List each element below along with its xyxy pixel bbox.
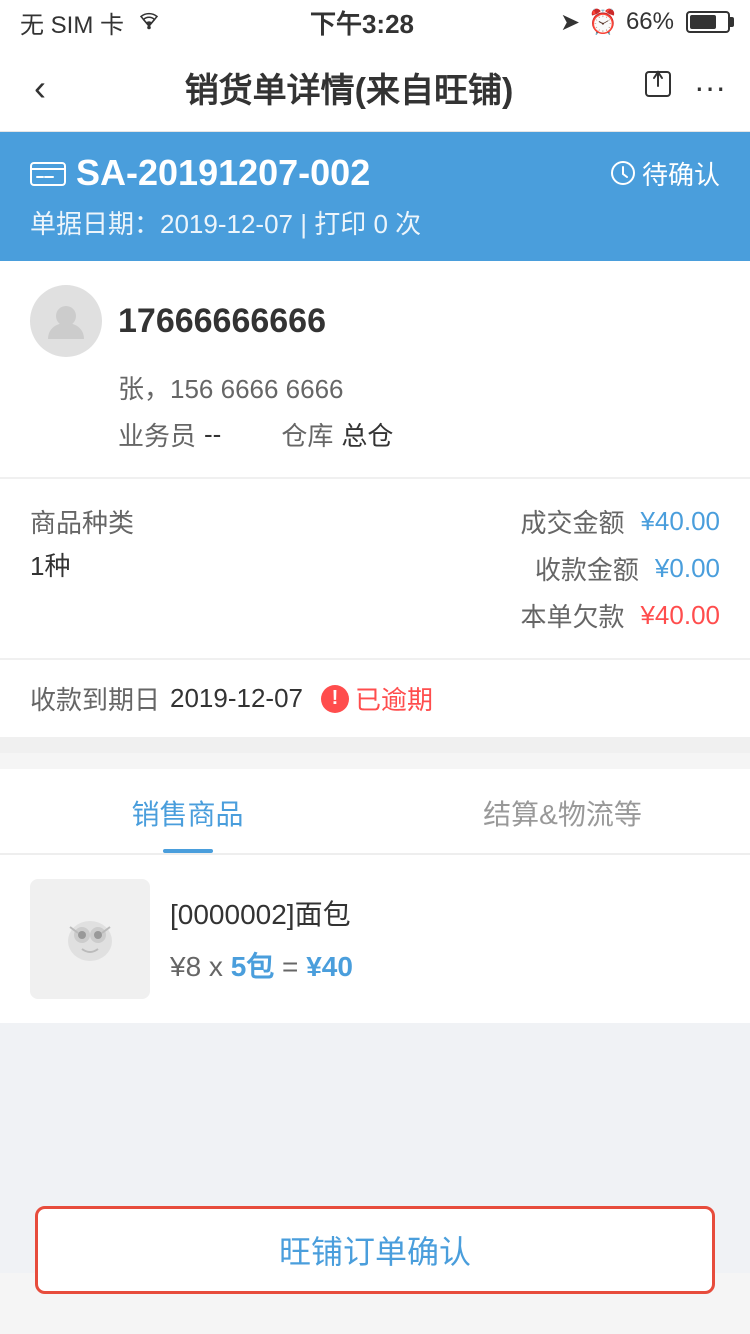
tab-settlement[interactable]: 结算&物流等: [375, 769, 750, 853]
customer-name: 张，156 6666 6666: [30, 369, 720, 406]
confirm-order-button[interactable]: 旺铺订单确认: [35, 1206, 715, 1294]
alarm-icon: ⏰: [588, 8, 618, 37]
status-bar-time: 下午3:28: [310, 4, 414, 41]
more-icon[interactable]: ···: [694, 69, 726, 106]
wifi-icon: [134, 8, 164, 37]
customer-meta: 业务员 -- 仓库 总仓: [30, 416, 720, 453]
confirm-btn-wrapper: 旺铺订单确认: [35, 1206, 715, 1294]
received-row: 收款金额 ¥0.00: [535, 550, 720, 587]
product-thumbnail: [30, 879, 150, 999]
product-price: ¥8 x 5包 = ¥40: [170, 945, 720, 985]
product-section: [0000002]面包 ¥8 x 5包 = ¥40: [0, 855, 750, 1023]
order-id: SA-20191207-002: [30, 152, 370, 194]
carrier-label: 无 SIM 卡: [20, 5, 124, 40]
share-icon[interactable]: [642, 68, 674, 108]
overdue-icon: !: [321, 685, 349, 713]
salesperson-item: 业务员 --: [118, 416, 221, 453]
order-date: 单据日期：2019-12-07 | 打印 0 次: [30, 204, 720, 241]
order-status: 待确认: [610, 155, 720, 192]
nav-bar: ‹ 销货单详情(来自旺铺) ···: [0, 44, 750, 132]
product-type-label: 商品种类: [30, 503, 134, 540]
back-button[interactable]: ‹: [24, 57, 56, 119]
product-item: [0000002]面包 ¥8 x 5包 = ¥40: [0, 855, 750, 1023]
tab-sales[interactable]: 销售商品: [0, 769, 375, 853]
overdue-badge: ! 已逾期: [321, 680, 433, 717]
amount-row: 成交金额 ¥40.00: [520, 503, 720, 540]
product-type-value: 1种: [30, 546, 134, 583]
summary-left: 商品种类 1种: [30, 503, 134, 583]
status-bar: 无 SIM 卡 下午3:28 ➤ ⏰ 66%: [0, 0, 750, 44]
due-date-section: 收款到期日 2019-12-07 ! 已逾期: [0, 660, 750, 737]
status-bar-left: 无 SIM 卡: [20, 5, 164, 40]
tabs-section: 销售商品 结算&物流等: [0, 769, 750, 855]
summary-right: 成交金额 ¥40.00 收款金额 ¥0.00 本单欠款 ¥40.00: [520, 503, 720, 634]
location-icon: ➤: [560, 8, 580, 37]
order-banner: SA-20191207-002 待确认 单据日期：2019-12-07 | 打印…: [0, 132, 750, 261]
customer-phone: 17666666666: [118, 302, 326, 341]
customer-avatar: [30, 285, 102, 357]
warehouse-item: 仓库 总仓: [281, 416, 393, 453]
customer-section: 17666666666 张，156 6666 6666 业务员 -- 仓库 总仓: [0, 261, 750, 477]
thick-divider: [0, 737, 750, 753]
owed-row: 本单欠款 ¥40.00: [520, 597, 720, 634]
battery-percent: 66%: [626, 8, 674, 36]
status-bar-right: ➤ ⏰ 66%: [560, 8, 730, 37]
battery-icon: [686, 11, 730, 33]
page-title: 销货单详情(来自旺铺): [185, 63, 514, 112]
product-name: [0000002]面包: [170, 893, 720, 933]
nav-right-actions: ···: [642, 68, 726, 108]
product-info: [0000002]面包 ¥8 x 5包 = ¥40: [170, 893, 720, 985]
summary-section: 商品种类 1种 成交金额 ¥40.00 收款金额 ¥0.00 本单欠款 ¥40.…: [0, 479, 750, 658]
